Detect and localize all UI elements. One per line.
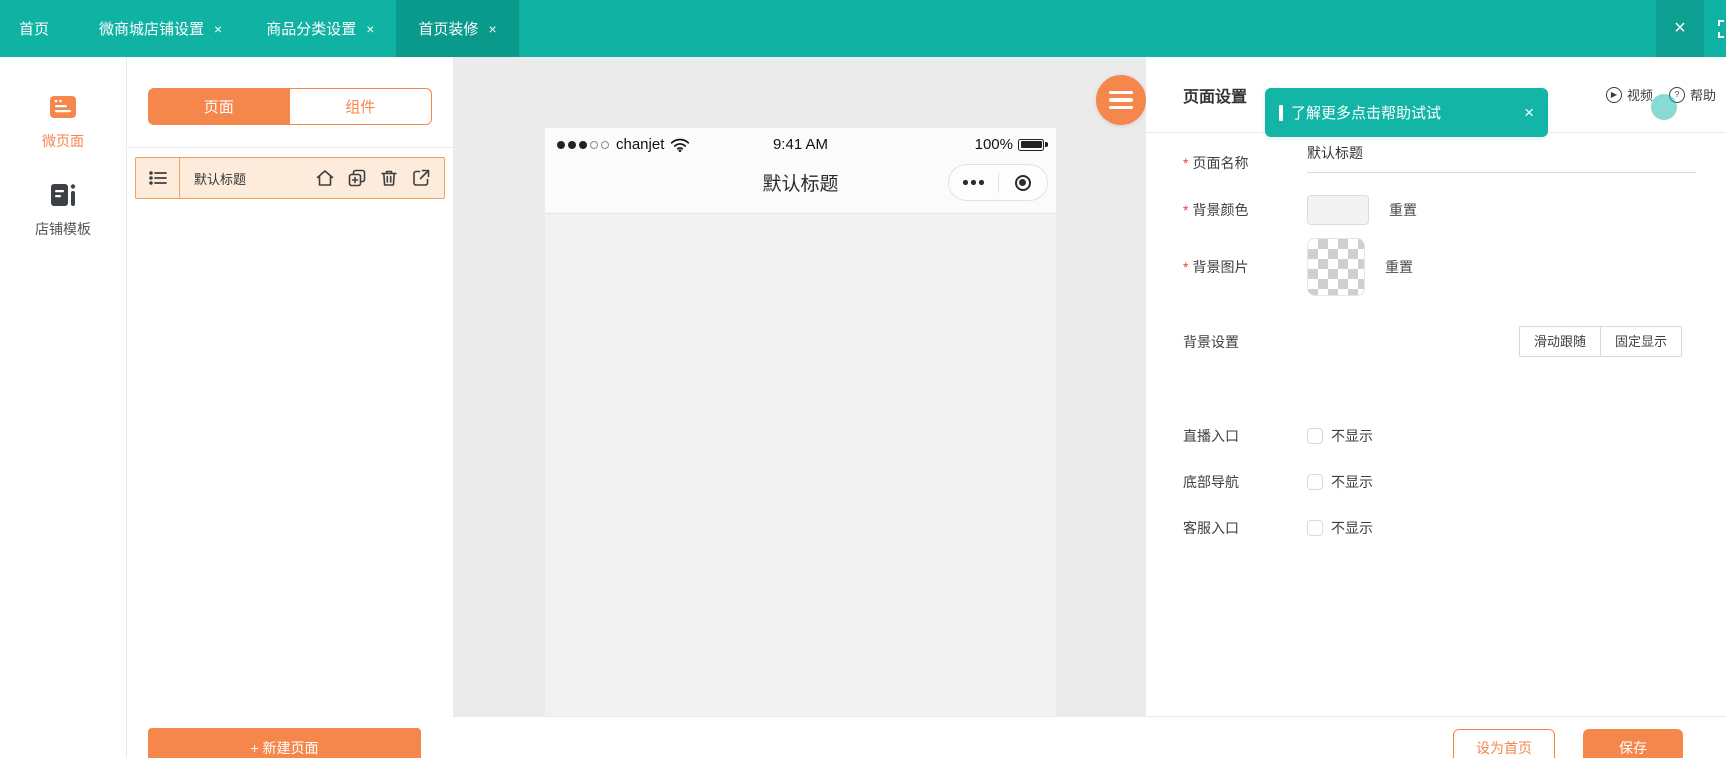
video-play-icon: ▶ bbox=[1605, 86, 1622, 103]
page-item-actions bbox=[315, 168, 444, 188]
banner-text: 了解更多点击帮助试试 bbox=[1291, 105, 1442, 122]
shop-template-icon bbox=[48, 181, 78, 209]
service-entry-label: 客服入口 bbox=[1183, 520, 1239, 536]
bottom-nav-checkbox[interactable] bbox=[1307, 474, 1323, 490]
bg-color-row: * 背景颜色 重置 bbox=[1183, 195, 1696, 225]
service-entry-row: 客服入口 不显示 bbox=[1183, 519, 1696, 537]
page-item-title: 默认标题 bbox=[194, 171, 247, 187]
top-tab-bar: 首页 微商城店铺设置 × 商品分类设置 × 首页装修 × × bbox=[0, 0, 1726, 57]
bg-image-row: * 背景图片 重置 bbox=[1183, 238, 1696, 296]
video-link-label: 视频 bbox=[1626, 88, 1653, 103]
phone-status-bar: chanjet 9:41 AM 100% bbox=[545, 128, 1056, 155]
bg-color-reset-link[interactable]: 重置 bbox=[1389, 200, 1417, 220]
set-home-icon[interactable] bbox=[315, 168, 335, 188]
bg-mode-group: 滑动跟随 固定显示 bbox=[1518, 326, 1682, 357]
page-name-label: * 页面名称 bbox=[1183, 155, 1249, 171]
bg-color-label: * 背景颜色 bbox=[1183, 202, 1249, 218]
help-tip-banner: 了解更多点击帮助试试 × bbox=[1265, 88, 1548, 137]
highlight-dot bbox=[1651, 94, 1677, 120]
page-settings-panel: 页面设置 ▶ 视频 ? 帮助 了解更多点击帮助试试 × * 页面名称 默认标题 … bbox=[1146, 57, 1726, 716]
tab-label: 首页装修 bbox=[418, 21, 479, 38]
hamburger-menu-button[interactable] bbox=[1096, 75, 1146, 125]
bg-setting-label: 背景设置 bbox=[1183, 333, 1239, 350]
footer-bar: 设为首页 保存 bbox=[453, 716, 1726, 758]
settings-header: 页面设置 ▶ 视频 ? 帮助 了解更多点击帮助试试 × bbox=[1146, 57, 1726, 137]
required-mark: * bbox=[1183, 259, 1189, 275]
left-sidebar: 微页面 店铺模板 bbox=[0, 57, 127, 758]
set-as-home-button[interactable]: 设为首页 bbox=[1453, 729, 1555, 758]
bg-setting-row: 背景设置 滑动跟随 固定显示 bbox=[1183, 326, 1696, 357]
miniprogram-capsule bbox=[948, 164, 1048, 201]
delete-page-icon[interactable] bbox=[379, 168, 399, 188]
topbar-controls: × bbox=[1656, 0, 1726, 57]
drag-handle-icon[interactable] bbox=[136, 158, 180, 198]
bg-image-picker[interactable] bbox=[1307, 238, 1365, 296]
bg-color-swatch[interactable] bbox=[1307, 195, 1369, 225]
share-page-icon[interactable] bbox=[411, 168, 431, 188]
panel-tabs: 页面 组件 bbox=[148, 88, 432, 125]
tab-close-icon[interactable]: × bbox=[214, 21, 222, 37]
sidebar-item-label: 微页面 bbox=[42, 133, 84, 149]
sidebar-item-label: 店铺模板 bbox=[35, 221, 91, 237]
page-name-row: * 页面名称 bbox=[1183, 145, 1696, 173]
required-mark: * bbox=[1183, 155, 1189, 171]
tab-pages[interactable]: 页面 bbox=[148, 88, 290, 125]
tab-homepage-decoration[interactable]: 首页装修 × bbox=[396, 0, 519, 57]
sidebar-item-shop-template[interactable]: 店铺模板 bbox=[0, 175, 126, 245]
more-options-icon bbox=[949, 180, 998, 185]
tab-close-icon[interactable]: × bbox=[366, 21, 374, 37]
live-entry-row: 直播入口 不显示 bbox=[1183, 427, 1696, 445]
tab-home[interactable]: 首页 bbox=[0, 0, 77, 57]
fullscreen-icon[interactable] bbox=[1704, 0, 1726, 57]
settings-title: 页面设置 bbox=[1183, 88, 1248, 106]
tab-label: 商品分类设置 bbox=[266, 21, 357, 38]
phone-title-bar: 默认标题 bbox=[545, 155, 1056, 213]
bg-image-reset-link[interactable]: 重置 bbox=[1385, 257, 1413, 277]
tab-category-settings[interactable]: 商品分类设置 × bbox=[244, 0, 396, 57]
status-time: 9:41 AM bbox=[772, 136, 829, 153]
phone-header: chanjet 9:41 AM 100% 默认标题 bbox=[545, 128, 1056, 214]
app-window: 首页 微商城店铺设置 × 商品分类设置 × 首页装修 × × 微页面 店铺模板 … bbox=[0, 0, 1726, 758]
live-entry-checkbox-label: 不显示 bbox=[1331, 428, 1373, 444]
live-entry-checkbox[interactable] bbox=[1307, 428, 1323, 444]
page-name-input[interactable] bbox=[1307, 145, 1696, 173]
tab-components[interactable]: 组件 bbox=[289, 88, 432, 125]
copy-page-icon[interactable] bbox=[347, 168, 367, 188]
help-link-label: 帮助 bbox=[1689, 88, 1716, 103]
required-mark: * bbox=[1183, 202, 1189, 218]
bg-image-label: * 背景图片 bbox=[1183, 259, 1249, 275]
banner-accent-bar bbox=[1279, 104, 1283, 121]
live-entry-label: 直播入口 bbox=[1183, 428, 1239, 444]
fixed-display-button[interactable]: 固定显示 bbox=[1600, 326, 1682, 357]
tab-label: 微商城店铺设置 bbox=[99, 21, 205, 38]
banner-close-icon[interactable]: × bbox=[1514, 103, 1534, 123]
sidebar-item-micro-page[interactable]: 微页面 bbox=[0, 87, 126, 157]
tab-close-icon[interactable]: × bbox=[488, 21, 496, 37]
service-entry-checkbox-label: 不显示 bbox=[1331, 520, 1373, 536]
save-button[interactable]: 保存 bbox=[1583, 729, 1683, 758]
bottom-nav-row: 底部导航 不显示 bbox=[1183, 473, 1696, 491]
bottom-nav-checkbox-label: 不显示 bbox=[1331, 474, 1373, 490]
scroll-follow-button[interactable]: 滑动跟随 bbox=[1518, 326, 1601, 357]
close-window-button[interactable]: × bbox=[1656, 0, 1704, 57]
phone-mockup: chanjet 9:41 AM 100% 默认标题 bbox=[545, 128, 1056, 716]
phone-preview-area: chanjet 9:41 AM 100% 默认标题 bbox=[453, 57, 1146, 716]
tab-shop-settings[interactable]: 微商城店铺设置 × bbox=[77, 0, 244, 57]
service-entry-checkbox[interactable] bbox=[1307, 520, 1323, 536]
phone-content-canvas[interactable] bbox=[545, 214, 1056, 717]
close-target-icon bbox=[999, 174, 1048, 191]
battery-icon bbox=[1018, 138, 1048, 151]
divider bbox=[127, 147, 453, 148]
video-link[interactable]: ▶ 视频 bbox=[1605, 85, 1653, 104]
pages-panel: 页面 组件 默认标题 + 新建页面 bbox=[127, 57, 453, 758]
new-page-button[interactable]: + 新建页面 bbox=[148, 728, 421, 758]
page-list-item[interactable]: 默认标题 bbox=[135, 157, 445, 199]
micro-page-icon bbox=[48, 93, 78, 121]
settings-form: *页面名称 *背景颜色 重置 *背景图片 重置 背景设置 滑动跟随 固定显示 bbox=[1146, 133, 1726, 537]
tab-label: 首页 bbox=[19, 21, 50, 38]
bottom-nav-label: 底部导航 bbox=[1183, 474, 1239, 490]
